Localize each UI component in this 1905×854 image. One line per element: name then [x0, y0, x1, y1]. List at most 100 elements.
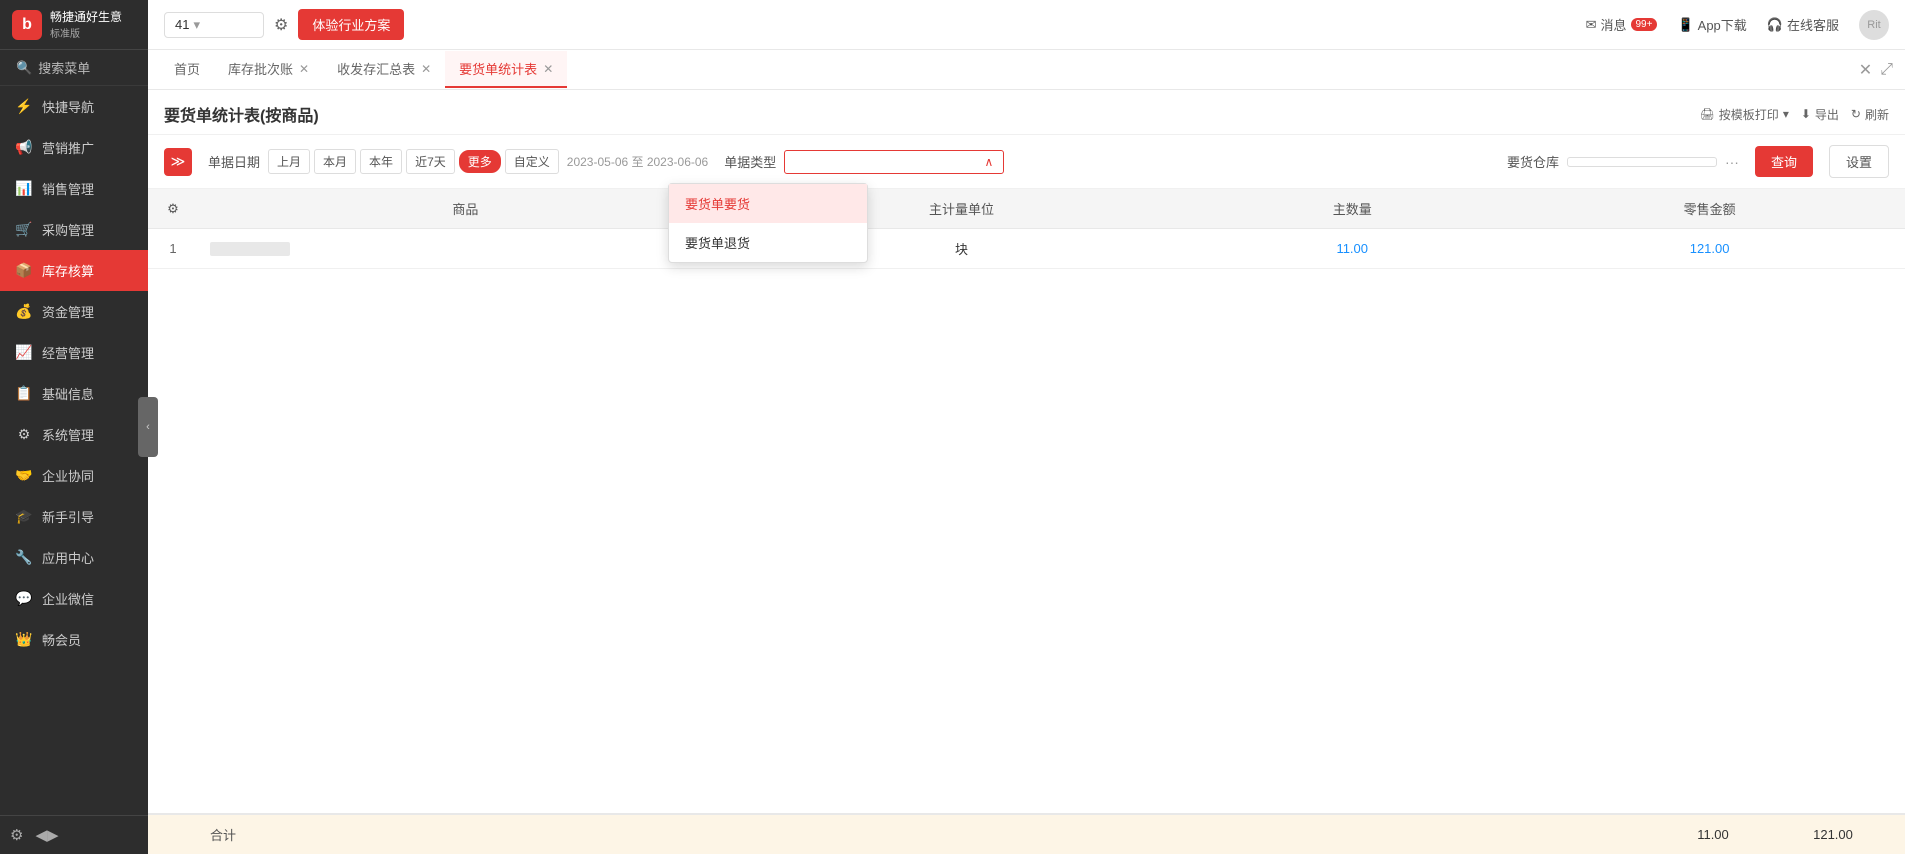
app-download-action[interactable]: 📱 App下载 — [1677, 15, 1746, 34]
sidebar-settings-icon[interactable]: ⚙ — [10, 826, 23, 844]
trial-button[interactable]: 体验行业方案 — [298, 9, 404, 40]
date-filter-label: 单据日期 — [208, 152, 260, 171]
sidebar-item-wechat[interactable]: 💬 企业微信 — [0, 578, 148, 619]
marketing-icon: 📢 — [14, 139, 34, 156]
search-icon: 🔍 — [16, 60, 32, 76]
date-btn-more[interactable]: 更多 — [459, 150, 501, 173]
sidebar-label-guide: 新手引导 — [42, 507, 134, 526]
store-settings-icon[interactable]: ⚙ — [274, 15, 288, 35]
row-num: 1 — [148, 229, 198, 269]
col-settings[interactable]: ⚙ — [148, 189, 198, 229]
print-chevron-icon: ▾ — [1783, 107, 1789, 121]
sidebar-search-label: 搜索菜单 — [38, 58, 90, 77]
row-amount: 121.00 — [1514, 229, 1905, 269]
date-btn-this-month[interactable]: 本月 — [314, 149, 356, 174]
app-name: 畅捷通好生意 — [50, 9, 122, 26]
sidebar-item-basic[interactable]: 📋 基础信息 — [0, 373, 148, 414]
data-table-container: ⚙ 商品 主计量单位 主数量 零售金额 1 — [148, 189, 1905, 813]
page-actions: 🖨 按模板打印 ▾ ⬇ 导出 ↻ 刷新 — [1700, 106, 1889, 123]
messages-icon: ✉ — [1586, 17, 1597, 33]
quantity-link[interactable]: 11.00 — [1336, 241, 1368, 256]
print-icon: 🖨 — [1700, 107, 1715, 121]
apps-icon: 🔧 — [14, 549, 34, 566]
sidebar: b 畅捷通好生意 标准版 🔍 搜索菜单 ⚡ 快捷导航 📢 营销推广 📊 销售管理… — [0, 0, 148, 854]
query-button[interactable]: 查询 — [1755, 146, 1813, 177]
footer-label: 合计 — [210, 825, 330, 844]
tab-receive-summary[interactable]: 收发存汇总表 ✕ — [323, 51, 445, 88]
date-filter-group: 单据日期 上月 本月 本年 近7天 更多 自定义 2023-05-06 至 20… — [208, 149, 708, 174]
date-btn-last-7[interactable]: 近7天 — [406, 149, 455, 174]
headset-icon: 🎧 — [1767, 17, 1783, 33]
date-btn-last-month[interactable]: 上月 — [268, 149, 310, 174]
date-btn-this-year[interactable]: 本年 — [360, 149, 402, 174]
sidebar-label-cooperation: 企业协同 — [42, 466, 134, 485]
user-avatar[interactable]: Rit — [1859, 10, 1889, 40]
management-icon: 📈 — [14, 344, 34, 361]
warehouse-select[interactable] — [1567, 157, 1717, 167]
tabs-expand-icon[interactable]: ⤢ — [1880, 61, 1893, 79]
tab-receive-summary-label: 收发存汇总表 — [337, 59, 415, 78]
sidebar-label-quicknav: 快捷导航 — [42, 97, 134, 116]
amount-link[interactable]: 121.00 — [1690, 241, 1730, 256]
sidebar-item-quicknav[interactable]: ⚡ 快捷导航 — [0, 86, 148, 127]
sidebar-item-apps[interactable]: 🔧 应用中心 — [0, 537, 148, 578]
dropdown-item-order-return[interactable]: 要货单退货 — [669, 223, 867, 262]
sales-icon: 📊 — [14, 180, 34, 197]
col-quantity: 主数量 — [1190, 189, 1514, 229]
messages-label: 消息 — [1600, 15, 1626, 34]
refresh-icon: ↻ — [1851, 107, 1861, 121]
filter-expand-btn[interactable]: ≫ — [164, 148, 192, 176]
sidebar-item-cooperation[interactable]: 🤝 企业协同 — [0, 455, 148, 496]
sidebar-item-sales[interactable]: 📊 销售管理 — [0, 168, 148, 209]
table-header-row: ⚙ 商品 主计量单位 主数量 零售金额 — [148, 189, 1905, 229]
tab-home[interactable]: 首页 — [160, 51, 214, 88]
top-header: 41 ▾ ⚙ 体验行业方案 ✉ 消息 99+ 📱 App下载 🎧 在线客服 Ri… — [148, 0, 1905, 50]
tab-inventory-batch[interactable]: 库存批次账 ✕ — [214, 51, 323, 88]
sidebar-item-member[interactable]: 👑 畅会员 — [0, 619, 148, 660]
store-dropdown-arrow: ▾ — [193, 17, 200, 33]
print-template-btn[interactable]: 🖨 按模板打印 ▾ — [1700, 106, 1789, 123]
filter-settings-button[interactable]: 设置 — [1829, 145, 1889, 178]
sidebar-label-management: 经营管理 — [42, 343, 134, 362]
member-icon: 👑 — [14, 631, 34, 648]
tab-receive-summary-close[interactable]: ✕ — [421, 62, 431, 76]
wechat-icon: 💬 — [14, 590, 34, 607]
col-amount: 零售金额 — [1514, 189, 1905, 229]
online-service-action[interactable]: 🎧 在线客服 — [1767, 15, 1839, 34]
sidebar-search[interactable]: 🔍 搜索菜单 — [0, 50, 148, 86]
warehouse-more-icon[interactable]: ··· — [1725, 154, 1739, 170]
warehouse-label: 要货仓库 — [1507, 152, 1559, 171]
sidebar-item-system[interactable]: ⚙ 系统管理 — [0, 414, 148, 455]
sidebar-item-inventory[interactable]: 📦 库存核算 — [0, 250, 148, 291]
tab-order-stats-close[interactable]: ✕ — [543, 62, 553, 76]
tab-order-stats[interactable]: 要货单统计表 ✕ — [445, 51, 567, 88]
type-filter-group: 单据类型 ∧ — [724, 150, 1004, 174]
table-footer: 合计 11.00 121.00 — [148, 813, 1905, 854]
sidebar-collapse-icon[interactable]: ◀▶ — [35, 826, 58, 844]
sidebar-nav: ⚡ 快捷导航 📢 营销推广 📊 销售管理 🛒 采购管理 📦 库存核算 💰 资金管… — [0, 86, 148, 815]
expand-icon: ≫ — [171, 153, 186, 170]
tabs-close-all-icon[interactable]: ✕ — [1859, 60, 1872, 80]
dropdown-item-order-goods[interactable]: 要货单要货 — [669, 184, 867, 223]
export-icon: ⬇ — [1801, 107, 1811, 121]
date-btn-custom[interactable]: 自定义 — [505, 149, 559, 174]
sidebar-label-sales: 销售管理 — [42, 179, 134, 198]
export-btn[interactable]: ⬇ 导出 — [1801, 106, 1839, 123]
sidebar-item-purchase[interactable]: 🛒 采购管理 — [0, 209, 148, 250]
row-quantity: 11.00 — [1190, 229, 1514, 269]
type-select[interactable]: ∧ — [784, 150, 1004, 174]
tab-inventory-batch-close[interactable]: ✕ — [299, 62, 309, 76]
sidebar-item-guide[interactable]: 🎓 新手引导 — [0, 496, 148, 537]
sidebar-item-marketing[interactable]: 📢 营销推广 — [0, 127, 148, 168]
sidebar-collapse-handle[interactable]: ‹ — [138, 397, 158, 457]
sidebar-label-member: 畅会员 — [42, 630, 134, 649]
messages-action[interactable]: ✉ 消息 99+ — [1586, 15, 1658, 34]
footer-quantity: 11.00 — [1697, 827, 1729, 842]
filter-bar: ≫ 单据日期 上月 本月 本年 近7天 更多 自定义 2023-05-06 至 … — [148, 135, 1905, 189]
sidebar-item-finance[interactable]: 💰 资金管理 — [0, 291, 148, 332]
data-table: ⚙ 商品 主计量单位 主数量 零售金额 1 — [148, 189, 1905, 269]
refresh-btn[interactable]: ↻ 刷新 — [1851, 106, 1889, 123]
product-placeholder — [210, 242, 290, 256]
sidebar-item-management[interactable]: 📈 经营管理 — [0, 332, 148, 373]
store-selector[interactable]: 41 ▾ — [164, 12, 264, 38]
